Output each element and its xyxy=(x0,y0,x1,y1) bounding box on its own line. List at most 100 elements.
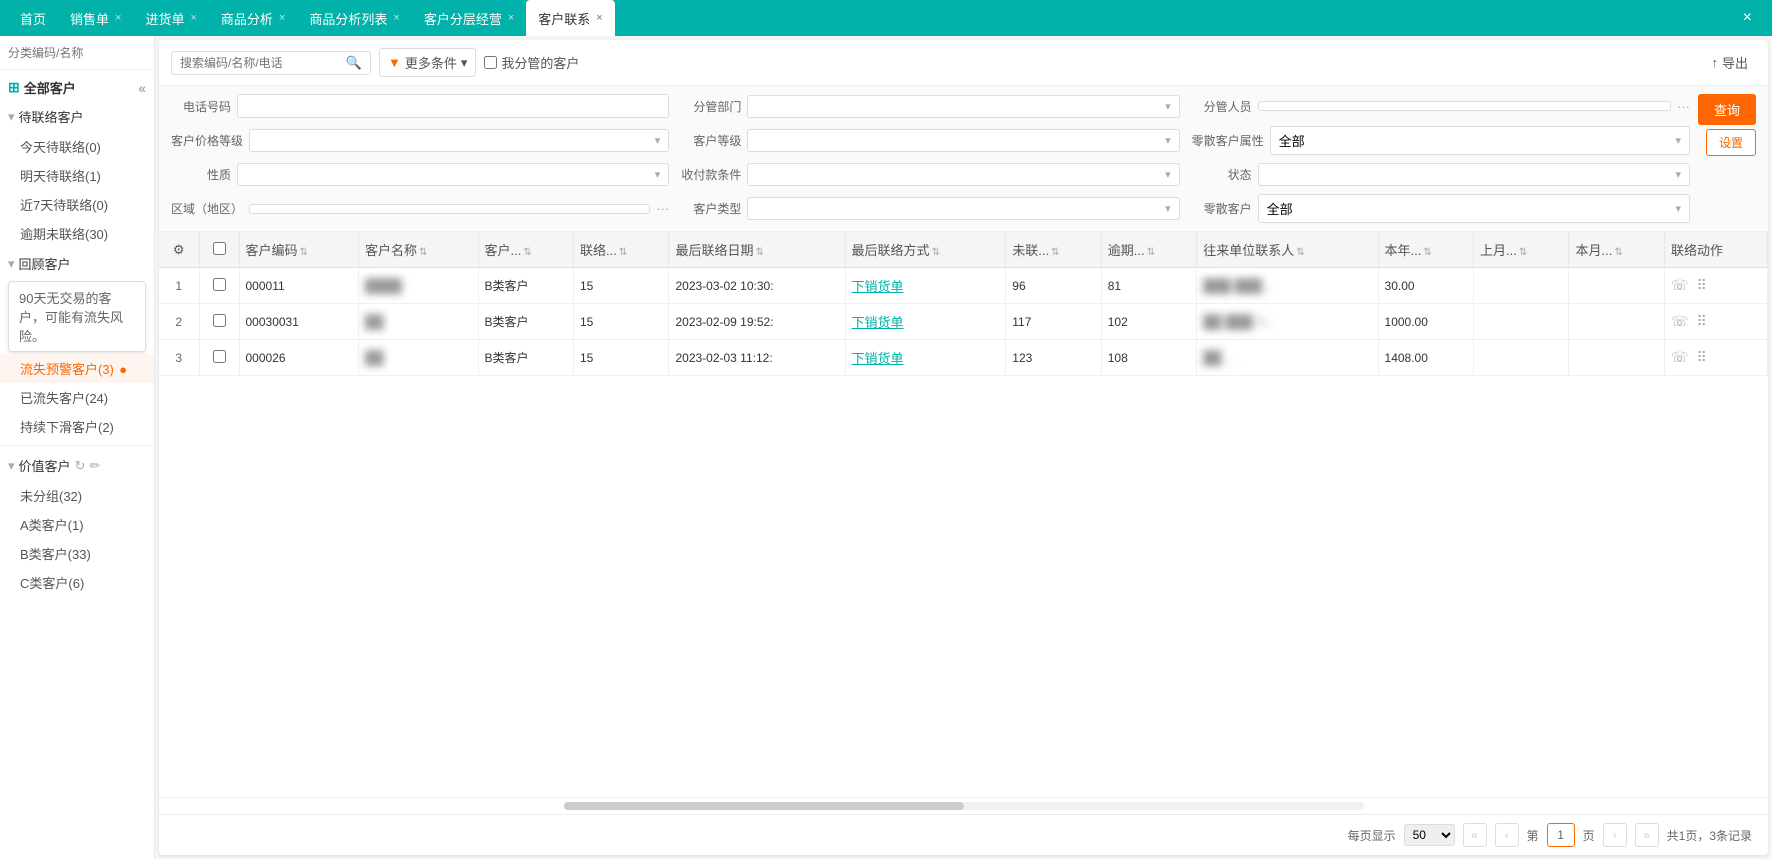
sort-icon-name[interactable]: ⇅ xyxy=(419,247,427,258)
more-actions-icon[interactable]: ⠿ xyxy=(1696,349,1706,366)
cell-name: ██ xyxy=(359,304,479,340)
prev-page-button[interactable]: ‹ xyxy=(1495,823,1519,847)
window-close-button[interactable]: × xyxy=(1731,9,1764,27)
export-button[interactable]: ↑ 导出 xyxy=(1703,49,1756,76)
sidebar-item-declining[interactable]: 持续下滑客户(2) xyxy=(0,412,154,441)
search-input[interactable] xyxy=(180,56,346,70)
nav-customer-segment-close[interactable]: × xyxy=(508,12,514,24)
nav-customer-contact[interactable]: 客户联系 × xyxy=(526,0,614,36)
cell-last-date: 2023-02-09 19:52: xyxy=(669,304,845,340)
nav-sales-close[interactable]: × xyxy=(115,12,121,24)
search-submit-icon[interactable]: 🔍 xyxy=(346,55,362,71)
sort-icon-last-month[interactable]: ⇅ xyxy=(1519,247,1527,258)
contact-icon[interactable]: ☏ xyxy=(1671,277,1689,294)
first-page-button[interactable]: « xyxy=(1463,823,1487,847)
th-last-method: 最后联络方式⇅ xyxy=(845,232,1006,268)
row-checkbox[interactable] xyxy=(213,314,226,327)
nav-home[interactable]: 首页 xyxy=(8,0,58,36)
last-method-link[interactable]: 下销货单 xyxy=(852,315,904,330)
filter-status-select[interactable]: ▾ xyxy=(1258,163,1690,186)
last-page-button[interactable]: » xyxy=(1635,823,1659,847)
sidebar-item-class-a[interactable]: A类客户(1) xyxy=(0,510,154,539)
nav-goods-analysis[interactable]: 商品分析 × xyxy=(209,0,297,36)
sidebar-item-churned[interactable]: 已流失客户(24) xyxy=(0,383,154,412)
filter-nature-select[interactable]: ▾ xyxy=(237,163,669,186)
per-page-select[interactable]: 50 100 200 xyxy=(1404,824,1455,846)
filter-region-more[interactable]: ··· xyxy=(656,201,669,216)
horizontal-scrollbar-thumb[interactable] xyxy=(564,802,964,810)
churned-label: 已流失客户(24) xyxy=(20,391,108,406)
more-actions-icon[interactable]: ⠿ xyxy=(1696,277,1706,294)
my-customers-checkbox-label[interactable]: 我分管的客户 xyxy=(484,53,579,72)
filter-dept-select[interactable]: ▾ xyxy=(747,95,1179,118)
sort-icon-contact[interactable]: ⇅ xyxy=(619,247,627,258)
sidebar-item-overdue[interactable]: 逾期未联络(30) xyxy=(0,219,154,248)
filter-person-select[interactable] xyxy=(1258,101,1671,111)
select-all-checkbox[interactable] xyxy=(213,242,226,255)
sidebar-search-input[interactable] xyxy=(8,46,155,60)
sort-icon-last-date[interactable]: ⇅ xyxy=(755,247,763,258)
nav-customer-segment[interactable]: 客户分层经营 × xyxy=(412,0,526,36)
settings-button[interactable]: 设置 xyxy=(1706,129,1756,156)
filter-person-label: 分管人员 xyxy=(1192,98,1252,115)
nav-sales[interactable]: 销售单 × xyxy=(58,0,133,36)
sidebar-item-class-c[interactable]: C类客户(6) xyxy=(0,568,154,597)
contact-icon[interactable]: ☏ xyxy=(1671,349,1689,366)
my-customers-label: 我分管的客户 xyxy=(501,53,579,72)
query-button[interactable]: 查询 xyxy=(1698,94,1756,125)
sidebar-item-unsorted[interactable]: 未分组(32) xyxy=(0,481,154,510)
filter-retail-attr-select[interactable]: 全部 ▾ xyxy=(1270,126,1690,155)
last-method-link[interactable]: 下销货单 xyxy=(852,279,904,294)
filter-row-2: 客户价格等级 ▾ 客户等级 ▾ xyxy=(171,126,1690,155)
th-name-label: 客户名称 xyxy=(365,243,417,258)
sidebar-collapse-icon[interactable]: « xyxy=(138,80,146,96)
nav-purchase[interactable]: 进货单 × xyxy=(133,0,208,36)
sidebar-group-pending[interactable]: ▾ 待联络客户 xyxy=(0,101,154,132)
overdue-pending-label: 逾期未联络(30) xyxy=(20,227,108,242)
filter-region-select[interactable] xyxy=(249,204,650,214)
sort-icon-this-year[interactable]: ⇅ xyxy=(1423,247,1431,258)
filter-retail-select[interactable]: 全部 ▾ xyxy=(1258,194,1690,223)
filter-payment-select[interactable]: ▾ xyxy=(747,163,1179,186)
sidebar-item-tomorrow[interactable]: 明天待联络(1) xyxy=(0,161,154,190)
nav-goods-analysis-close[interactable]: × xyxy=(279,12,285,24)
horizontal-scrollbar[interactable] xyxy=(564,802,1364,810)
sort-icon-code[interactable]: ⇅ xyxy=(300,247,308,258)
contact-icon[interactable]: ☏ xyxy=(1671,313,1689,330)
filter-person-more[interactable]: ··· xyxy=(1677,99,1690,114)
edit-icon[interactable]: ✏ xyxy=(89,458,100,474)
sort-icon-type[interactable]: ⇅ xyxy=(523,247,531,258)
filter-price-grade-select[interactable]: ▾ xyxy=(249,129,669,152)
sidebar-item-churn-warning[interactable]: 流失预警客户(3) ● xyxy=(0,354,154,383)
nav-customer-contact-close[interactable]: × xyxy=(596,12,602,24)
sort-icon-last-method[interactable]: ⇅ xyxy=(932,247,940,258)
gear-icon[interactable]: ⚙ xyxy=(173,242,185,257)
sidebar-item-class-b[interactable]: B类客户(33) xyxy=(0,539,154,568)
sidebar-item-7days[interactable]: 近7天待联络(0) xyxy=(0,190,154,219)
next-page-button[interactable]: › xyxy=(1603,823,1627,847)
nav-goods-analysis-list-close[interactable]: × xyxy=(393,12,399,24)
sidebar-item-today[interactable]: 今天待联络(0) xyxy=(0,132,154,161)
row-checkbox[interactable] xyxy=(213,278,226,291)
more-filter-button[interactable]: ▼ 更多条件 ▾ xyxy=(379,48,476,77)
nav-goods-analysis-list[interactable]: 商品分析列表 × xyxy=(297,0,411,36)
sidebar-group-value[interactable]: ▾ 价值客户 ↻ ✏ xyxy=(0,450,154,481)
sort-icon-not-contacted[interactable]: ⇅ xyxy=(1051,247,1059,258)
cell-this-year: 30.00 xyxy=(1378,268,1473,304)
filter-customer-grade-select[interactable]: ▾ xyxy=(747,129,1179,152)
sort-icon-contacts[interactable]: ⇅ xyxy=(1296,247,1304,258)
filter-customer-type-select[interactable]: ▾ xyxy=(747,197,1179,220)
row-checkbox[interactable] xyxy=(213,350,226,363)
refresh-icon[interactable]: ↻ xyxy=(75,458,86,474)
last-method-link[interactable]: 下销货单 xyxy=(852,351,904,366)
nav-goods-analysis-label: 商品分析 xyxy=(221,9,273,28)
th-code-label: 客户编码 xyxy=(246,243,298,258)
my-customers-checkbox[interactable] xyxy=(484,56,497,69)
sort-icon-overdue[interactable]: ⇅ xyxy=(1147,247,1155,258)
sort-icon-this-month[interactable]: ⇅ xyxy=(1614,247,1622,258)
filter-phone-input[interactable] xyxy=(237,94,669,118)
nav-purchase-close[interactable]: × xyxy=(190,12,196,24)
cell-code: 00030031 xyxy=(239,304,359,340)
sidebar-group-review[interactable]: ▾ 回顾客户 xyxy=(0,248,154,279)
more-actions-icon[interactable]: ⠿ xyxy=(1696,313,1706,330)
